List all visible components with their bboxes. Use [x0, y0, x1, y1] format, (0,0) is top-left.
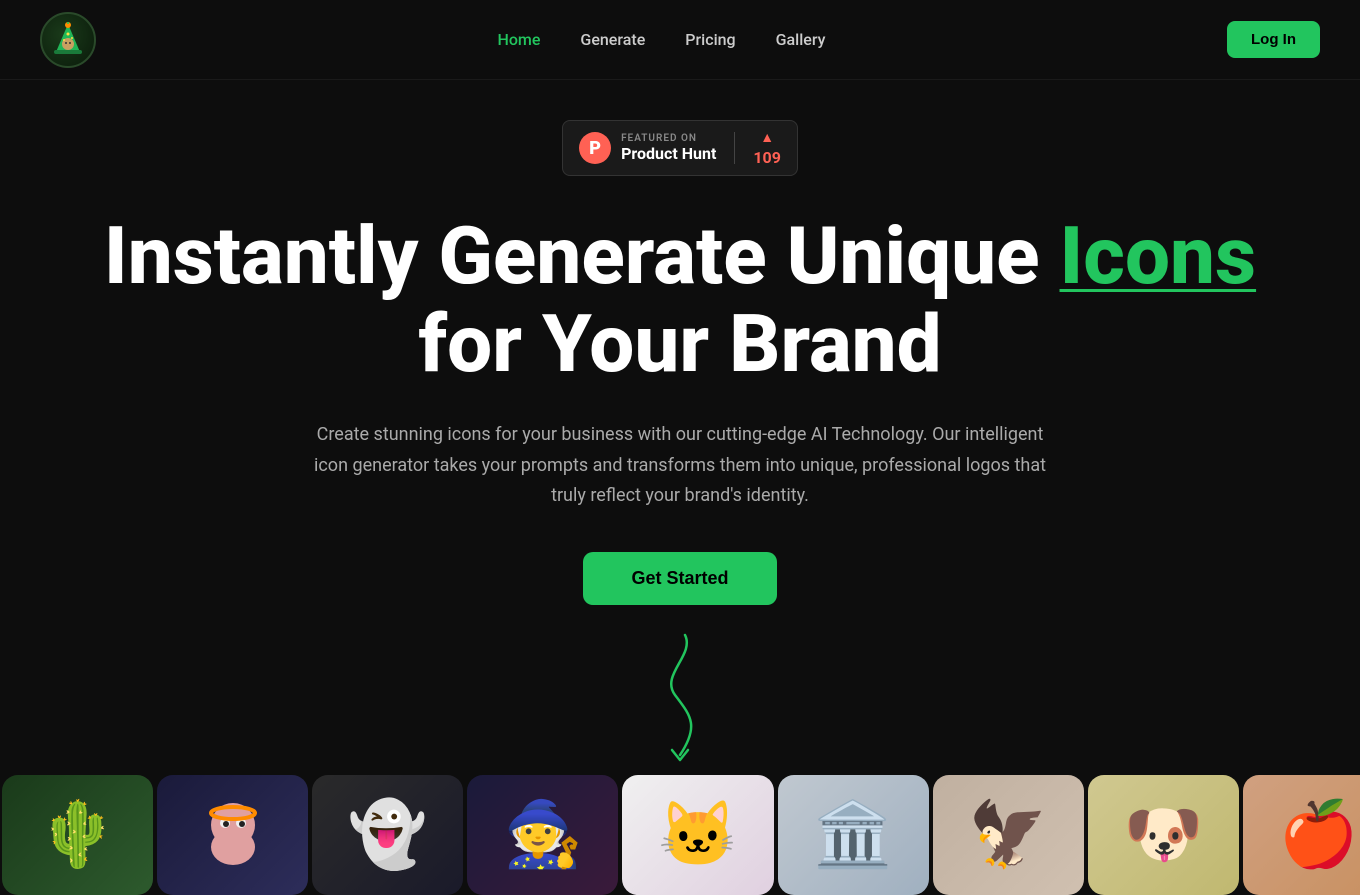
logo[interactable]: [40, 12, 96, 68]
icon-card-2[interactable]: 👻: [312, 775, 463, 895]
icon-card-6[interactable]: 🦅: [933, 775, 1084, 895]
hero-title-highlight: Icons: [1060, 209, 1257, 303]
navigation: Home Generate Pricing Gallery Log In: [0, 0, 1360, 80]
product-hunt-badge[interactable]: P FEATURED ON Product Hunt ▲ 109: [562, 120, 798, 176]
hero-section: P FEATURED ON Product Hunt ▲ 109 Instant…: [0, 80, 1360, 765]
icon-card-7[interactable]: 🐶: [1088, 775, 1239, 895]
icon-card-5-image: 🏛️: [778, 775, 929, 895]
icon-card-1-image: [157, 775, 308, 895]
decorative-arrow: [640, 625, 720, 765]
hero-subtitle: Create stunning icons for your business …: [300, 420, 1060, 512]
ph-vote-count: 109: [753, 148, 781, 167]
icon-card-3-image: 🧙: [467, 775, 618, 895]
nav-home-link[interactable]: Home: [497, 30, 540, 49]
ph-name-label: Product Hunt: [621, 144, 716, 163]
ph-featured-label: FEATURED ON: [621, 133, 697, 144]
ph-count: ▲ 109: [753, 129, 781, 167]
ph-divider: [734, 132, 735, 164]
nav-generate-link[interactable]: Generate: [580, 30, 645, 49]
icon-card-5[interactable]: 🏛️: [778, 775, 929, 895]
icon-card-8-image: 🍎: [1243, 775, 1360, 895]
get-started-button[interactable]: Get Started: [583, 552, 776, 605]
nav-links: Home Generate Pricing Gallery: [497, 30, 825, 49]
icon-card-1[interactable]: [157, 775, 308, 895]
login-button[interactable]: Log In: [1227, 21, 1320, 58]
logo-icon: [40, 12, 96, 68]
icon-card-7-image: 🐶: [1088, 775, 1239, 895]
icon-card-3[interactable]: 🧙: [467, 775, 618, 895]
nav-gallery-link[interactable]: Gallery: [776, 30, 826, 49]
icon-card-4-image: 🐱: [622, 775, 773, 895]
icon-card-4[interactable]: 🐱: [622, 775, 773, 895]
ph-arrow-icon: ▲: [760, 129, 774, 146]
hero-title: Instantly Generate Unique Icons for Your…: [80, 212, 1280, 388]
icon-card-8[interactable]: 🍎: [1243, 775, 1360, 895]
icon-card-0[interactable]: 🌵: [2, 775, 153, 895]
icon-card-2-image: 👻: [312, 775, 463, 895]
icon-strip: 🌵 👻 🧙 🐱 🏛️ 🦅 🐶: [0, 775, 1360, 895]
icon-card-6-image: 🦅: [933, 775, 1084, 895]
ph-logo-icon: P: [579, 132, 611, 164]
nav-pricing-link[interactable]: Pricing: [685, 30, 735, 49]
hero-title-part1: Instantly Generate Unique: [104, 209, 1060, 303]
icon-card-0-image: 🌵: [2, 775, 153, 895]
ph-text: FEATURED ON Product Hunt: [621, 133, 716, 163]
hero-title-part2: for Your Brand: [418, 297, 941, 391]
